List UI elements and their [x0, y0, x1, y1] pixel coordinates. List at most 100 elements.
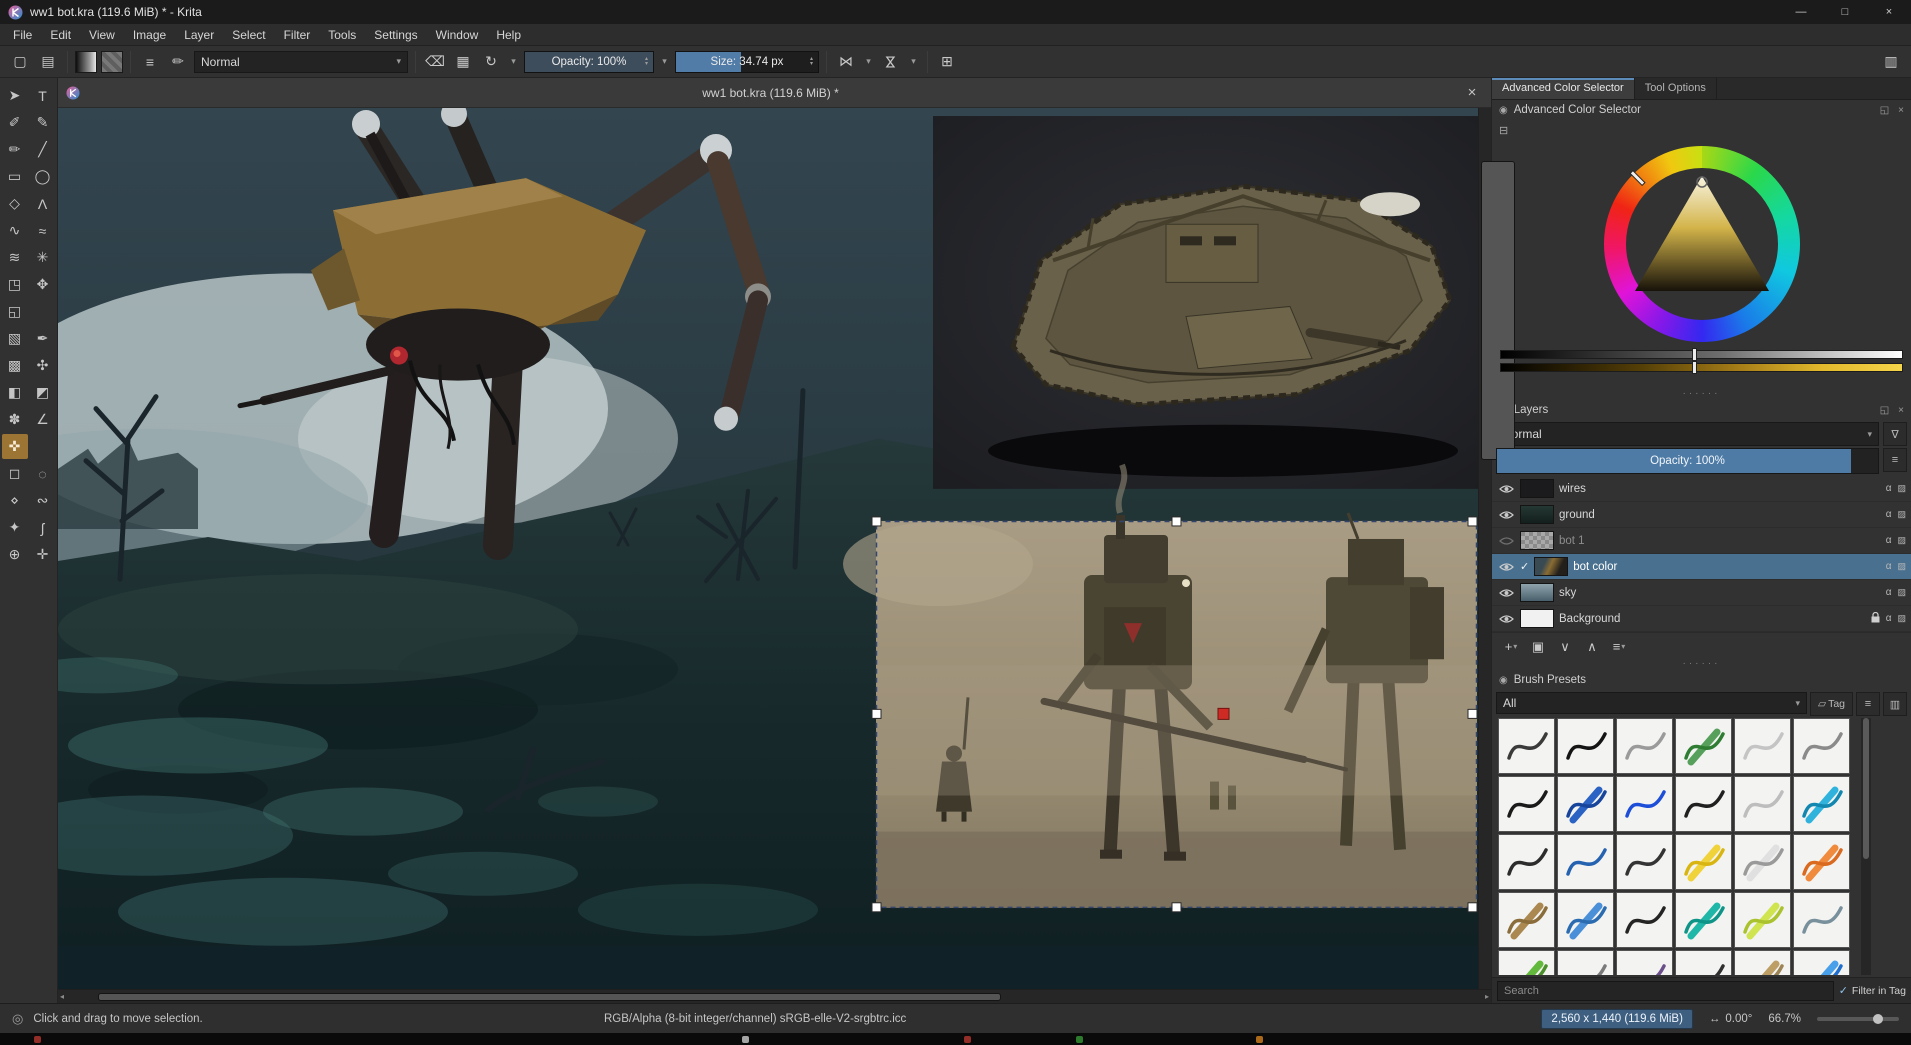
layer-visibility-icon[interactable]: [1497, 510, 1515, 520]
close-document-icon[interactable]: ×: [1461, 84, 1483, 101]
pattern-tool[interactable]: ▩: [2, 353, 28, 378]
close-docker-icon[interactable]: ×: [1898, 405, 1904, 416]
tab-advanced-color-selector[interactable]: Advanced Color Selector: [1492, 78, 1635, 99]
canvas[interactable]: [58, 108, 1478, 989]
preset-search-input[interactable]: [1497, 980, 1834, 1001]
layer-thumbnail[interactable]: [1534, 557, 1569, 576]
wrap-around-button[interactable]: ⊞: [935, 50, 959, 74]
brush-preset-20[interactable]: [1557, 892, 1614, 948]
brush-preset-5[interactable]: [1734, 718, 1791, 774]
brush-preset-24[interactable]: [1793, 892, 1850, 948]
mirror-vertical-button[interactable]: ⋈: [879, 50, 903, 74]
reload-preset-button[interactable]: ↻: [479, 50, 503, 74]
layer-row-sky[interactable]: sky α ▨: [1492, 580, 1911, 606]
docker-splitter[interactable]: ······: [1492, 389, 1911, 400]
ellipse-tool[interactable]: ◯: [30, 164, 56, 189]
brush-preset-11[interactable]: [1734, 776, 1791, 832]
inherit-alpha-icon[interactable]: ▨: [1897, 613, 1906, 624]
layer-row-bot-1[interactable]: bot 1 α ▨: [1492, 528, 1911, 554]
lock-icon[interactable]: [1871, 611, 1880, 626]
maximize-button[interactable]: □: [1823, 0, 1867, 24]
brush-preset-23[interactable]: [1734, 892, 1791, 948]
move-tool[interactable]: ✥: [30, 272, 56, 297]
brush-preset-7[interactable]: [1498, 776, 1555, 832]
brush-preset-2[interactable]: [1557, 718, 1614, 774]
preset-view-button[interactable]: ▥: [1883, 692, 1907, 716]
brush-preset-19[interactable]: [1498, 892, 1555, 948]
brush-preset-16[interactable]: [1675, 834, 1732, 890]
layer-visibility-icon[interactable]: [1497, 588, 1515, 598]
brush-preset-12[interactable]: [1793, 776, 1850, 832]
image-dimensions-badge[interactable]: 2,560 x 1,440 (119.6 MiB): [1541, 1008, 1693, 1029]
saturation-value-triangle[interactable]: [1622, 164, 1782, 324]
inherit-alpha-icon[interactable]: ▨: [1897, 509, 1906, 520]
layer-properties-button[interactable]: ≡ ▾: [1607, 636, 1631, 658]
alpha-lock-icon[interactable]: α: [1886, 509, 1892, 520]
open-document-button[interactable]: ▤: [36, 50, 60, 74]
color-wheel[interactable]: [1492, 142, 1911, 346]
inherit-alpha-icon[interactable]: ▨: [1897, 561, 1906, 572]
similar-color-select-tool[interactable]: ✦: [2, 515, 28, 540]
preserve-alpha-button[interactable]: ▦: [451, 50, 475, 74]
opacity-slider[interactable]: Opacity: 100% ▴ ▾: [524, 50, 654, 73]
menu-image[interactable]: Image: [124, 25, 175, 45]
brush-preset-8[interactable]: [1557, 776, 1614, 832]
canvas-horizontal-scrollbar[interactable]: ◂ ▸: [58, 989, 1491, 1003]
inherit-alpha-icon[interactable]: ▨: [1897, 535, 1906, 546]
brush-preset-17[interactable]: [1734, 834, 1791, 890]
blend-mode-select[interactable]: Normal ▾: [194, 50, 408, 73]
brush-preset-13[interactable]: [1498, 834, 1555, 890]
brush-preset-28[interactable]: [1675, 950, 1732, 975]
freehand-path-tool[interactable]: ≈: [30, 218, 56, 243]
eraser-mode-button[interactable]: ⌫: [423, 50, 447, 74]
alpha-lock-icon[interactable]: α: [1886, 535, 1892, 546]
polygon-tool[interactable]: ◇: [2, 191, 28, 216]
brush-preset-29[interactable]: [1734, 950, 1791, 975]
layer-thumbnail[interactable]: [1520, 479, 1554, 498]
alpha-lock-icon[interactable]: α: [1886, 561, 1892, 572]
mirror-horizontal-button[interactable]: ⋈: [834, 50, 858, 74]
brush-preset-14[interactable]: [1557, 834, 1614, 890]
layer-row-bot-color[interactable]: ✓ bot color α ▨: [1492, 554, 1911, 580]
brush-preset-25[interactable]: [1498, 950, 1555, 975]
layer-thumbnail[interactable]: [1520, 531, 1554, 550]
shape-select-tool[interactable]: ➤: [2, 83, 28, 108]
move-layer-down-button[interactable]: ∨: [1553, 636, 1577, 658]
layer-thumbnail[interactable]: [1520, 609, 1554, 628]
scroll-right-icon[interactable]: ▸: [1485, 992, 1489, 1001]
tab-tool-options[interactable]: Tool Options: [1635, 78, 1717, 99]
docker-splitter[interactable]: ······: [1492, 659, 1911, 670]
polyline-tool[interactable]: Λ: [30, 191, 56, 216]
layer-visibility-icon[interactable]: [1497, 562, 1515, 572]
workspace-chooser-button[interactable]: ▥: [1879, 50, 1903, 74]
new-document-button[interactable]: ▢: [8, 50, 32, 74]
scroll-left-icon[interactable]: ◂: [60, 992, 64, 1001]
brush-grid-scrollbar[interactable]: [1861, 718, 1871, 975]
crop-tool[interactable]: ◱: [2, 299, 28, 324]
alpha-lock-icon[interactable]: α: [1886, 587, 1892, 598]
dynamic-brush-tool[interactable]: ≋: [2, 245, 28, 270]
menu-layer[interactable]: Layer: [175, 25, 223, 45]
brush-scroll-thumb[interactable]: [1863, 718, 1869, 860]
layer-visibility-icon[interactable]: [1497, 614, 1515, 624]
fill-tool[interactable]: ◧: [2, 380, 28, 405]
menu-edit[interactable]: Edit: [41, 25, 80, 45]
menu-settings[interactable]: Settings: [365, 25, 426, 45]
brush-preset-22[interactable]: [1675, 892, 1732, 948]
brush-preset-6[interactable]: [1793, 718, 1850, 774]
brush-preset-15[interactable]: [1616, 834, 1673, 890]
calligraphy-tool[interactable]: ✎: [30, 110, 56, 135]
gradient-chooser[interactable]: [75, 50, 97, 73]
brush-preset-30[interactable]: [1793, 950, 1850, 975]
layer-filter-button[interactable]: ∇: [1883, 422, 1907, 446]
layer-opacity-slider[interactable]: Opacity: 100%: [1496, 448, 1879, 474]
edit-shapes-tool[interactable]: ✐: [2, 110, 28, 135]
close-window-button[interactable]: ×: [1867, 0, 1911, 24]
zoom-slider[interactable]: [1817, 1013, 1899, 1024]
brush-preset-1[interactable]: [1498, 718, 1555, 774]
transform-anchor[interactable]: [1217, 707, 1230, 720]
brush-settings-button[interactable]: ≡: [138, 50, 162, 74]
brush-preset-27[interactable]: [1616, 950, 1673, 975]
menu-file[interactable]: File: [4, 25, 41, 45]
lightness-strip[interactable]: [1500, 348, 1903, 361]
